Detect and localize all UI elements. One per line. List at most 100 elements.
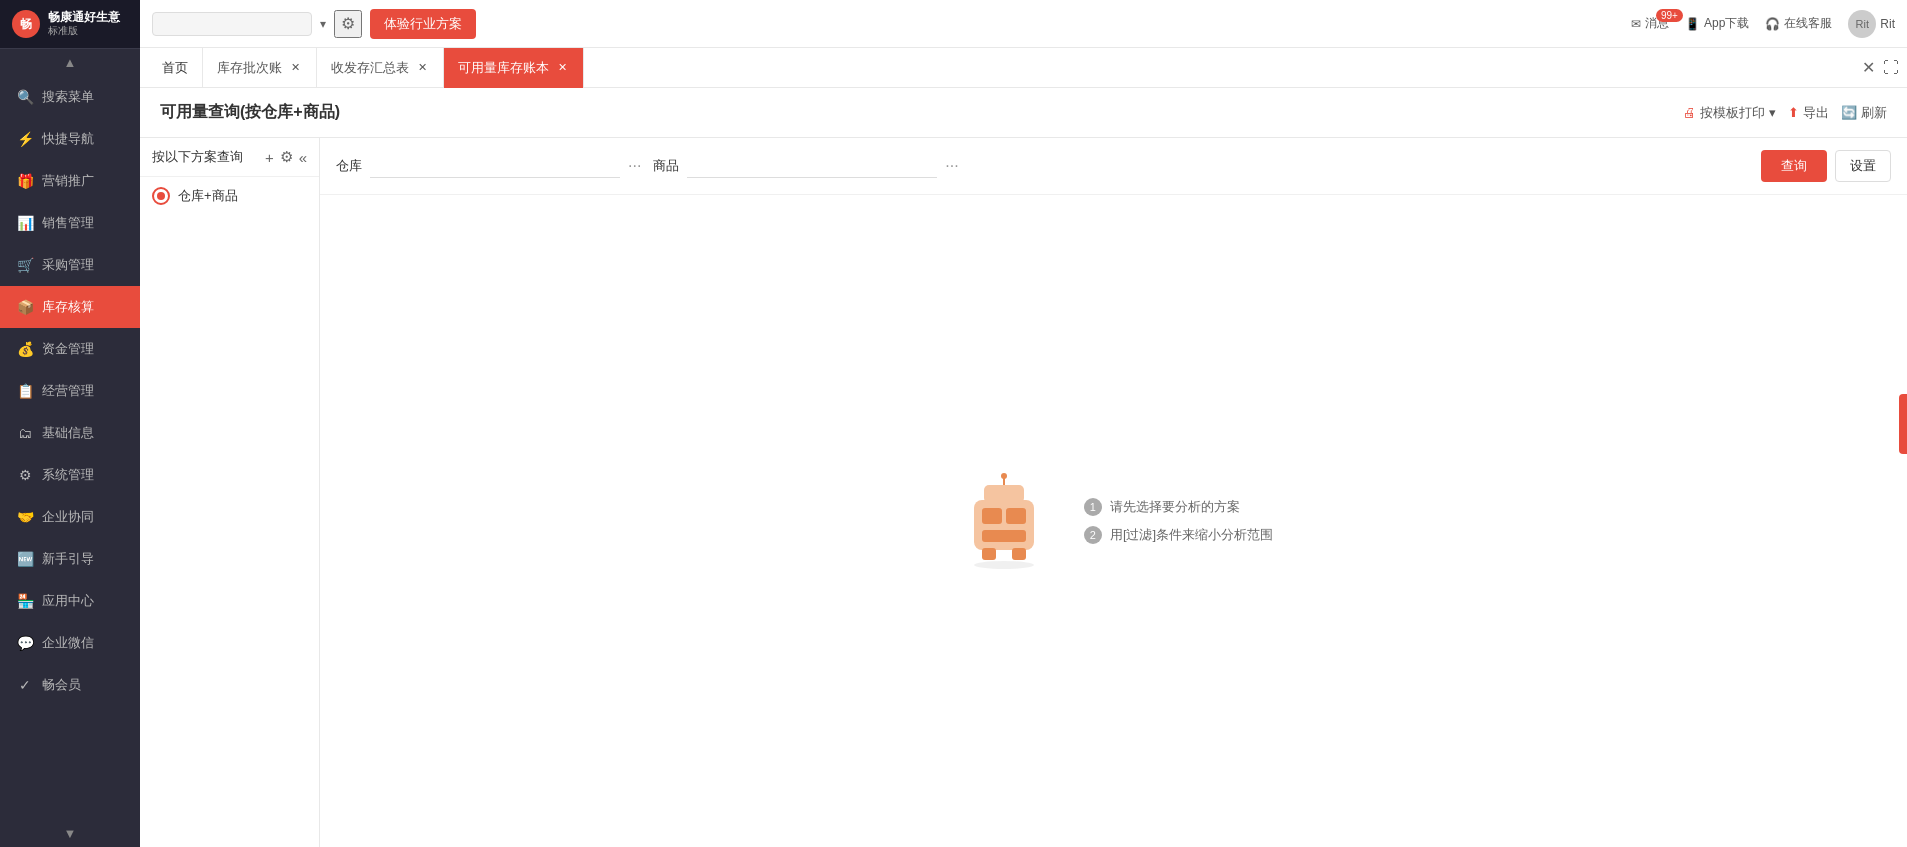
inventory-icon: 📦 — [16, 298, 34, 316]
refresh-button[interactable]: 🔄 刷新 — [1841, 104, 1887, 122]
tab-summary[interactable]: 收发存汇总表 ✕ — [317, 48, 444, 88]
tab-batch-label: 库存批次账 — [217, 59, 282, 77]
sidebar-item-label: 应用中心 — [42, 592, 94, 610]
scheme-header: 按以下方案查询 + ⚙ « — [140, 138, 319, 177]
empty-state: 1 请先选择要分析的方案 2 用[过滤]条件来缩小分析范围 — [320, 195, 1907, 847]
basic-icon: 🗂 — [16, 424, 34, 442]
svg-rect-3 — [982, 530, 1026, 542]
print-button[interactable]: 🖨 按模板打印 ▾ — [1683, 104, 1776, 122]
tip-text-2: 用[过滤]条件来缩小分析范围 — [1110, 526, 1273, 544]
sidebar-item-label: 销售管理 — [42, 214, 94, 232]
topbar-search-input[interactable] — [152, 12, 312, 36]
scheme-item-warehouse-product[interactable]: 仓库+商品 — [140, 177, 319, 215]
sidebar-item-search[interactable]: 🔍 搜索菜单 — [0, 76, 140, 118]
sidebar-item-sales[interactable]: 📊 销售管理 — [0, 202, 140, 244]
sidebar-item-inventory[interactable]: 📦 库存核算 — [0, 286, 140, 328]
svg-rect-0 — [974, 500, 1034, 550]
sidebar-item-system[interactable]: ⚙ 系统管理 — [0, 454, 140, 496]
sidebar-item-basic[interactable]: 🗂 基础信息 — [0, 412, 140, 454]
tab-available[interactable]: 可用量库存账本 ✕ — [444, 48, 584, 88]
sidebar-item-finance[interactable]: 💰 资金管理 — [0, 328, 140, 370]
app-download-label: App下载 — [1704, 15, 1749, 32]
sidebar-item-label: 搜索菜单 — [42, 88, 94, 106]
scheme-item-label: 仓库+商品 — [178, 187, 238, 205]
online-service-button[interactable]: 🎧 在线客服 — [1765, 15, 1832, 32]
scheme-dot — [152, 187, 170, 205]
scheme-add-button[interactable]: + — [265, 149, 274, 166]
sidebar-item-label: 快捷导航 — [42, 130, 94, 148]
sidebar-item-enterprise[interactable]: 🤝 企业协同 — [0, 496, 140, 538]
sidebar-item-appstore[interactable]: 🏪 应用中心 — [0, 580, 140, 622]
sidebar-item-wecom[interactable]: 💬 企业微信 — [0, 622, 140, 664]
sidebar-scroll-up[interactable]: ▲ — [0, 49, 140, 76]
service-icon: 🎧 — [1765, 17, 1780, 31]
sidebar-item-marketing[interactable]: 🎁 营销推广 — [0, 160, 140, 202]
empty-tip-2: 2 用[过滤]条件来缩小分析范围 — [1084, 526, 1273, 544]
sidebar-item-label: 采购管理 — [42, 256, 94, 274]
app-download-button[interactable]: 📱 App下载 — [1685, 15, 1749, 32]
sidebar-item-purchase[interactable]: 🛒 采购管理 — [0, 244, 140, 286]
tab-summary-label: 收发存汇总表 — [331, 59, 409, 77]
topbar-settings-button[interactable]: ⚙ — [334, 10, 362, 38]
empty-tips: 1 请先选择要分析的方案 2 用[过滤]条件来缩小分析范围 — [1084, 498, 1273, 544]
filter-warehouse-dots[interactable]: ··· — [628, 157, 641, 175]
filter-bar: 仓库 ··· 商品 ··· 查询 设置 — [320, 138, 1907, 195]
tab-home[interactable]: 首页 — [148, 48, 203, 88]
tab-batch-close[interactable]: ✕ — [288, 61, 302, 75]
svg-rect-4 — [984, 485, 1024, 503]
export-icon: ⬆ — [1788, 105, 1799, 120]
topbar-dropdown-arrow[interactable]: ▾ — [320, 17, 326, 31]
svg-rect-8 — [1012, 548, 1026, 560]
sidebar-scroll-down[interactable]: ▼ — [0, 820, 140, 847]
page-header: 可用量查询(按仓库+商品) 🖨 按模板打印 ▾ ⬆ 导出 🔄 刷新 — [140, 88, 1907, 138]
filter-product-input[interactable] — [687, 154, 937, 178]
sidebar-brand-sub: 标准版 — [48, 24, 120, 38]
empty-illustration — [954, 470, 1054, 573]
refresh-label: 刷新 — [1861, 104, 1887, 122]
filter-settings-button[interactable]: 设置 — [1835, 150, 1891, 182]
filter-actions: 查询 设置 — [1761, 150, 1891, 182]
user-menu[interactable]: Rit Rit — [1848, 10, 1895, 38]
sidebar-item-vip[interactable]: ✓ 畅会员 — [0, 664, 140, 706]
refresh-icon: 🔄 — [1841, 105, 1857, 120]
filter-warehouse-input[interactable] — [370, 154, 620, 178]
sidebar-item-label: 基础信息 — [42, 424, 94, 442]
print-dropdown-icon[interactable]: ▾ — [1769, 105, 1776, 120]
sidebar-item-operation[interactable]: 📋 经营管理 — [0, 370, 140, 412]
sales-icon: 📊 — [16, 214, 34, 232]
sidebar-brand-name: 畅康通好生意 — [48, 10, 120, 24]
export-label: 导出 — [1803, 104, 1829, 122]
filter-product-dots[interactable]: ··· — [945, 157, 958, 175]
sidebar-item-guide[interactable]: 🆕 新手引导 — [0, 538, 140, 580]
tabs-bar: 首页 库存批次账 ✕ 收发存汇总表 ✕ 可用量库存账本 ✕ ✕ ⛶ — [140, 48, 1907, 88]
vip-icon: ✓ — [16, 676, 34, 694]
empty-tip-1: 1 请先选择要分析的方案 — [1084, 498, 1273, 516]
message-button[interactable]: ✉ 消息 99+ — [1631, 15, 1669, 32]
tip-text-1: 请先选择要分析的方案 — [1110, 498, 1240, 516]
filter-warehouse-field: 仓库 ··· — [336, 154, 641, 178]
scheme-settings-button[interactable]: ⚙ — [280, 148, 293, 166]
scheme-panel: 按以下方案查询 + ⚙ « 仓库+商品 — [140, 138, 320, 847]
svg-rect-2 — [1006, 508, 1026, 524]
svg-rect-7 — [982, 548, 996, 560]
enterprise-icon: 🤝 — [16, 508, 34, 526]
sidebar: 畅 畅康通好生意 标准版 ▲ 🔍 搜索菜单 ⚡ 快捷导航 🎁 营销推广 📊 销售… — [0, 0, 140, 847]
query-button[interactable]: 查询 — [1761, 150, 1827, 182]
right-scrollbar[interactable] — [1899, 394, 1907, 454]
tabs-expand-button[interactable]: ⛶ — [1883, 59, 1899, 77]
empty-cube-svg — [954, 470, 1054, 570]
service-label: 在线客服 — [1784, 15, 1832, 32]
sidebar-item-shortcut[interactable]: ⚡ 快捷导航 — [0, 118, 140, 160]
scheme-collapse-button[interactable]: « — [299, 149, 307, 166]
export-button[interactable]: ⬆ 导出 — [1788, 104, 1829, 122]
message-badge: 99+ — [1656, 9, 1683, 22]
industry-plan-button[interactable]: 体验行业方案 — [370, 9, 476, 39]
tab-available-close[interactable]: ✕ — [555, 61, 569, 75]
tab-batch[interactable]: 库存批次账 ✕ — [203, 48, 317, 88]
finance-icon: 💰 — [16, 340, 34, 358]
tabs-close-all-button[interactable]: ✕ — [1862, 58, 1875, 77]
wecom-icon: 💬 — [16, 634, 34, 652]
sidebar-logo: 畅 — [12, 10, 40, 38]
empty-state-inner: 1 请先选择要分析的方案 2 用[过滤]条件来缩小分析范围 — [954, 470, 1273, 573]
tab-summary-close[interactable]: ✕ — [415, 61, 429, 75]
